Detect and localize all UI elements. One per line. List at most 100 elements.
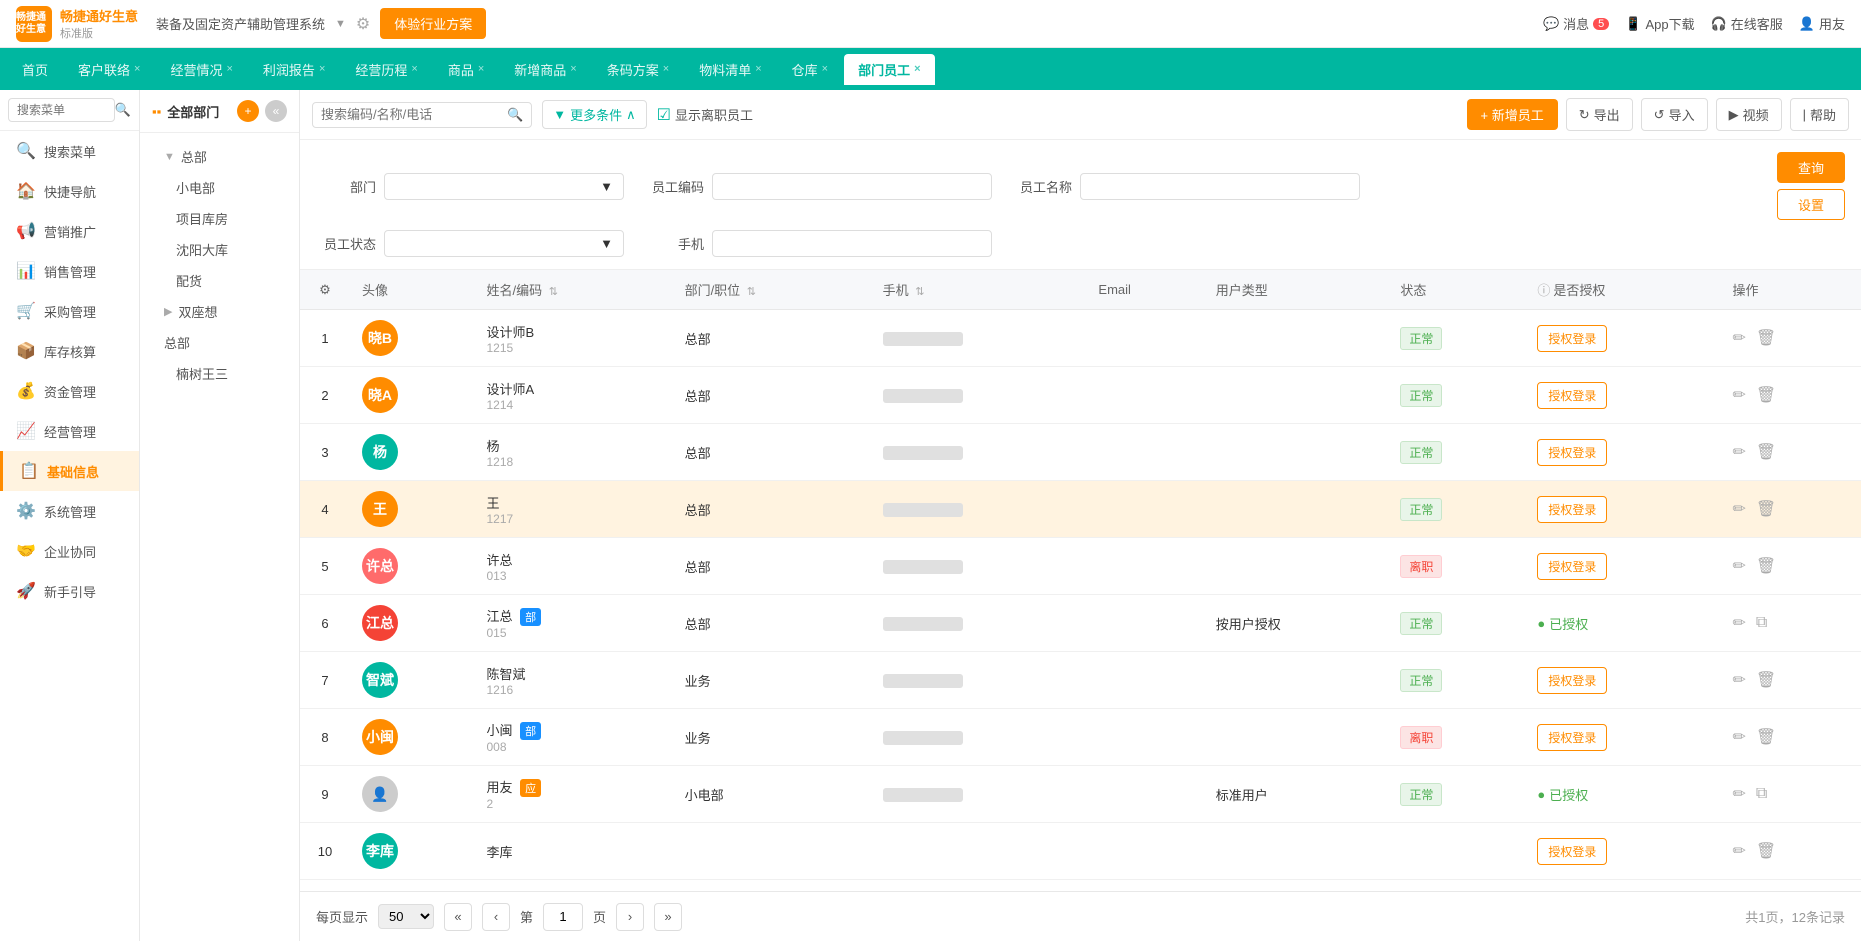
sidebar-item-basic[interactable]: 📋基础信息 — [0, 451, 139, 491]
sidebar-item-nav[interactable]: 🏠快捷导航 — [0, 171, 139, 211]
delete-icon-10[interactable]: 🗑 — [1756, 841, 1776, 861]
tab-new-goods[interactable]: 新增商品 × — [500, 54, 590, 85]
close-business-tab[interactable]: × — [226, 63, 232, 75]
tab-customer[interactable]: 客户联络 × — [64, 54, 154, 85]
dept-node-sx[interactable]: ▶双座想 — [140, 296, 299, 327]
trial-button[interactable]: 体验行业方案 — [380, 8, 486, 39]
tab-department[interactable]: 部门员工 × — [844, 54, 934, 85]
sidebar-item-collab[interactable]: 🤝企业协同 — [0, 531, 139, 571]
phone-sort-icon[interactable]: ⇅ — [915, 286, 924, 298]
close-bom-tab[interactable]: × — [755, 63, 761, 75]
close-barcode-tab[interactable]: × — [663, 63, 669, 75]
edit-icon-2[interactable]: ✏ — [1732, 385, 1745, 405]
help-button[interactable]: | 帮助 — [1790, 98, 1849, 131]
edit-icon-4[interactable]: ✏ — [1732, 499, 1745, 519]
sidebar-item-system[interactable]: ⚙️系统管理 — [0, 491, 139, 531]
close-customer-tab[interactable]: × — [134, 63, 140, 75]
edit-icon-3[interactable]: ✏ — [1732, 442, 1745, 462]
dept-select[interactable]: ▼ — [384, 173, 624, 200]
edit-icon-1[interactable]: ✏ — [1732, 328, 1745, 348]
delete-icon-5[interactable]: 🗑 — [1756, 556, 1776, 576]
tab-warehouse[interactable]: 仓库 × — [778, 54, 842, 85]
close-history-tab[interactable]: × — [411, 63, 417, 75]
edit-icon-6[interactable]: ✏ — [1732, 613, 1745, 633]
tab-home[interactable]: 首页 — [8, 54, 62, 85]
auth-btn-3[interactable]: 授权登录 — [1537, 439, 1607, 466]
page-size-select[interactable]: 50 10 20 100 — [378, 904, 434, 929]
name-sort-icon[interactable]: ⇅ — [549, 286, 558, 298]
sidebar-item-marketing[interactable]: 📢营销推广 — [0, 211, 139, 251]
first-page-btn[interactable]: « — [444, 903, 472, 931]
close-dept-tab[interactable]: × — [914, 63, 920, 75]
filter-reset-btn[interactable]: 设置 — [1777, 189, 1845, 220]
dept-node-proj[interactable]: 项目库房 — [140, 203, 299, 234]
phone-input[interactable] — [712, 230, 992, 257]
auth-btn-2[interactable]: 授权登录 — [1537, 382, 1607, 409]
dept-node-general[interactable]: ▼总部 — [140, 141, 299, 172]
auth-btn-10[interactable]: 授权登录 — [1537, 838, 1607, 865]
delete-icon-8[interactable]: 🗑 — [1756, 727, 1776, 747]
dept-node-sy[interactable]: 沈阳大库 — [140, 234, 299, 265]
edit-icon-10[interactable]: ✏ — [1732, 841, 1745, 861]
emp-code-input[interactable] — [712, 173, 992, 200]
dept-node-ph[interactable]: 配货 — [140, 265, 299, 296]
close-new-goods-tab[interactable]: × — [570, 63, 576, 75]
message-btn[interactable]: 💬 消息 5 — [1543, 14, 1609, 33]
next-page-btn[interactable]: › — [616, 903, 644, 931]
last-page-btn[interactable]: » — [654, 903, 682, 931]
sidebar-item-guide[interactable]: 🚀新手引导 — [0, 571, 139, 611]
sidebar-item-ops[interactable]: 📈经营管理 — [0, 411, 139, 451]
delete-icon-1[interactable]: 🗑 — [1756, 328, 1776, 348]
import-button[interactable]: ↺ 导入 — [1641, 98, 1708, 131]
sidebar-item-purchase[interactable]: 🛒采购管理 — [0, 291, 139, 331]
dept-add-btn[interactable]: + — [237, 100, 259, 122]
edit-icon-7[interactable]: ✏ — [1732, 670, 1745, 690]
sidebar-item-inventory[interactable]: 📦库存核算 — [0, 331, 139, 371]
settings-icon[interactable]: ⚙ — [356, 14, 370, 34]
tab-goods[interactable]: 商品 × — [434, 54, 498, 85]
edit-icon-9[interactable]: ✏ — [1732, 784, 1745, 804]
tab-history[interactable]: 经营历程 × — [341, 54, 431, 85]
sidebar-item-sales[interactable]: 📊销售管理 — [0, 251, 139, 291]
auth-btn-5[interactable]: 授权登录 — [1537, 553, 1607, 580]
auth-btn-1[interactable]: 授权登录 — [1537, 325, 1607, 352]
user-btn[interactable]: 👤 用友 — [1799, 14, 1845, 33]
add-employee-button[interactable]: + 新增员工 — [1467, 99, 1558, 130]
export-button[interactable]: ↻ 导出 — [1566, 98, 1633, 131]
copy-icon-6[interactable]: ⧉ — [1756, 614, 1767, 632]
delete-icon-4[interactable]: 🗑 — [1756, 499, 1776, 519]
auth-btn-7[interactable]: 授权登录 — [1537, 667, 1607, 694]
dept-sort-icon[interactable]: ⇅ — [747, 286, 756, 298]
auth-btn-8[interactable]: 授权登录 — [1537, 724, 1607, 751]
tab-bom[interactable]: 物料清单 × — [685, 54, 775, 85]
online-service-btn[interactable]: 🎧 在线客服 — [1711, 14, 1783, 33]
tab-profit[interactable]: 利润报告 × — [249, 54, 339, 85]
tab-business[interactable]: 经营情况 × — [156, 54, 246, 85]
emp-name-input[interactable] — [1080, 173, 1360, 200]
page-number-input[interactable] — [543, 903, 583, 931]
show-resigned-toggle[interactable]: ☑ 显示离职员工 — [657, 105, 753, 125]
sidebar-item-finance[interactable]: 💰资金管理 — [0, 371, 139, 411]
tab-barcode[interactable]: 条码方案 × — [593, 54, 683, 85]
delete-icon-3[interactable]: 🗑 — [1756, 442, 1776, 462]
dept-node-zb[interactable]: 总部 — [140, 327, 299, 358]
dept-node-xd[interactable]: 小电部 — [140, 172, 299, 203]
delete-icon-7[interactable]: 🗑 — [1756, 670, 1776, 690]
employee-search-input[interactable] — [321, 107, 501, 122]
view-button[interactable]: ▶ 视频 — [1716, 98, 1782, 131]
auth-btn-4[interactable]: 授权登录 — [1537, 496, 1607, 523]
edit-icon-5[interactable]: ✏ — [1732, 556, 1745, 576]
filter-search-btn[interactable]: 查询 — [1777, 152, 1845, 183]
app-download-btn[interactable]: 📱 App下载 — [1625, 14, 1694, 33]
system-dropdown-arrow[interactable]: ▼ — [335, 18, 346, 30]
prev-page-btn[interactable]: ‹ — [482, 903, 510, 931]
close-goods-tab[interactable]: × — [478, 63, 484, 75]
edit-icon-8[interactable]: ✏ — [1732, 727, 1745, 747]
copy-icon-9[interactable]: ⧉ — [1756, 785, 1767, 803]
dept-collapse-btn[interactable]: « — [265, 100, 287, 122]
dept-node-ns[interactable]: 楠树王三 — [140, 358, 299, 389]
more-filter-btn[interactable]: ▼ 更多条件 ∧ — [542, 100, 646, 129]
close-profit-tab[interactable]: × — [319, 63, 325, 75]
status-select[interactable]: ▼ — [384, 230, 624, 257]
close-warehouse-tab[interactable]: × — [822, 63, 828, 75]
